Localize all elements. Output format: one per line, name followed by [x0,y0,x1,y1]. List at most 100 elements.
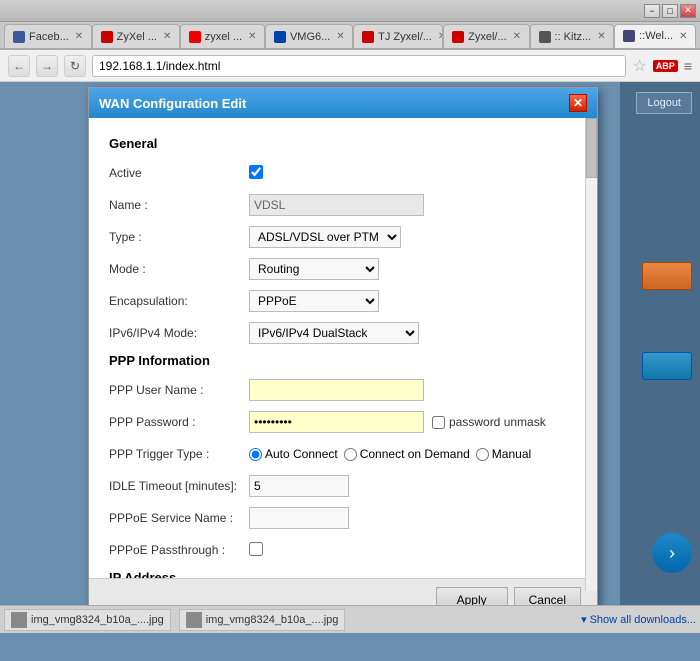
back-button[interactable]: ← [8,55,30,77]
ppp-password-control: password unmask [249,411,577,433]
refresh-button[interactable]: ↻ [64,55,86,77]
tab-label-fb: Faceb... [29,31,69,43]
url-input[interactable] [92,55,626,77]
ppp-username-control [249,379,577,401]
minimize-button[interactable]: − [644,4,660,18]
type-row: Type : ADSL/VDSL over PTM [109,225,577,249]
tab-favicon-tj [362,31,374,43]
ppp-trigger-auto-label: Auto Connect [265,447,338,461]
browser-menu-icon[interactable]: ≡ [684,58,692,74]
ppp-username-label: PPP User Name : [109,383,249,397]
ppp-username-input[interactable] [249,379,424,401]
tab-favicon-kit [539,31,551,43]
tab-label-tj: TJ Zyxel/... [378,31,432,43]
ipv6-label: IPv6/IPv4 Mode: [109,326,249,340]
type-select[interactable]: ADSL/VDSL over PTM [249,226,401,248]
tab-close-fb[interactable]: ✕ [75,31,83,42]
ipv6-select[interactable]: IPv6/IPv4 DualStack IPv4 Only IPv6 Only [249,322,419,344]
ppp-section-header: PPP Information [109,353,577,368]
password-unmask-checkbox[interactable] [432,416,445,429]
pppoe-passthrough-row: PPPoE Passthrough : [109,538,577,562]
idle-timeout-row: IDLE Timeout [minutes]: [109,474,577,498]
name-label: Name : [109,198,249,212]
download-item-1[interactable]: img_vmg8324_b10a_....jpg [4,609,171,631]
tab-kitz[interactable]: :: Kitz... ✕ [530,24,615,48]
forward-button[interactable]: → [36,55,58,77]
idle-timeout-input[interactable] [249,475,349,497]
wan-config-modal: WAN Configuration Edit ✕ General Active … [88,87,598,622]
pppoe-passthrough-control [249,542,577,559]
mode-select[interactable]: Routing Bridge [249,258,379,280]
title-bar: − □ ✕ [0,0,700,22]
pppoe-service-control [249,507,577,529]
ppp-trigger-manual-label: Manual [492,447,531,461]
tab-close-zy2[interactable]: ✕ [513,31,521,42]
password-unmask-group: password unmask [432,415,546,429]
pppoe-passthrough-checkbox[interactable] [249,542,263,556]
encapsulation-select[interactable]: PPPoE PPPoA [249,290,379,312]
window-close-button[interactable]: ✕ [680,4,696,18]
tab-vmg[interactable]: VMG6... ✕ [265,24,353,48]
tab-zy2[interactable]: Zyxel/... ✕ [443,24,529,48]
name-input[interactable] [249,194,424,216]
tab-label-wel: ::Wel... [639,30,673,42]
tab-close-zyx[interactable]: ✕ [248,31,256,42]
tab-zyxel1[interactable]: ZyXel ... ✕ [92,24,180,48]
mode-row: Mode : Routing Bridge [109,257,577,281]
encapsulation-row: Encapsulation: PPPoE PPPoA [109,289,577,313]
ppp-trigger-manual[interactable]: Manual [476,447,531,461]
type-label: Type : [109,230,249,244]
tab-welcome[interactable]: ::Wel... ✕ [614,24,696,48]
tab-label-zyx: zyxel ... [205,31,242,43]
active-row: Active [109,161,577,185]
modal-close-button[interactable]: ✕ [569,94,587,112]
tab-close-wel[interactable]: ✕ [679,31,687,42]
modal-overlay: WAN Configuration Edit ✕ General Active … [0,82,700,633]
tab-zyxel2[interactable]: zyxel ... ✕ [180,24,265,48]
browser-content: Logout › WAN Configuration Edit ✕ Genera… [0,82,700,633]
tab-favicon-vmg [274,31,286,43]
ppp-trigger-demand[interactable]: Connect on Demand [344,447,470,461]
tab-close-vmg[interactable]: ✕ [336,31,344,42]
pppoe-service-input[interactable] [249,507,349,529]
ppp-trigger-auto-radio[interactable] [249,448,262,461]
ppp-trigger-demand-radio[interactable] [344,448,357,461]
ppp-password-input[interactable] [249,411,424,433]
ppp-password-label: PPP Password : [109,415,249,429]
general-section-header: General [109,136,577,151]
ppp-trigger-auto[interactable]: Auto Connect [249,447,338,461]
tab-close-kit[interactable]: ✕ [597,31,605,42]
ppp-trigger-radio-group: Auto Connect Connect on Demand Manual [249,447,577,461]
active-control [249,165,577,182]
ppp-trigger-demand-label: Connect on Demand [360,447,470,461]
tab-label-zy1: ZyXel ... [117,31,157,43]
tab-tj[interactable]: TJ Zyxel/... ✕ [353,24,443,48]
download-item-2[interactable]: img_vmg8324_b10a_....jpg [179,609,346,631]
modal-scroll-thumb[interactable] [586,118,597,178]
tab-favicon-fb [13,31,25,43]
maximize-button[interactable]: □ [662,4,678,18]
ip-section-header: IP Address [109,570,577,578]
ppp-trigger-control: Auto Connect Connect on Demand Manual [249,447,577,461]
tab-facebook[interactable]: Faceb... ✕ [4,24,92,48]
show-downloads-label: Show all downloads... [590,614,696,626]
modal-title: WAN Configuration Edit [99,96,246,111]
show-all-downloads-button[interactable]: ▾ Show all downloads... [581,613,696,626]
ppp-trigger-manual-radio[interactable] [476,448,489,461]
pppoe-passthrough-label: PPPoE Passthrough : [109,543,249,557]
ipv6-row: IPv6/IPv4 Mode: IPv6/IPv4 DualStack IPv4… [109,321,577,345]
modal-scrollbar[interactable] [585,118,597,591]
password-unmask-label: password unmask [449,415,546,429]
tab-label-kit: :: Kitz... [555,31,592,43]
active-checkbox[interactable] [249,165,263,179]
idle-timeout-control [249,475,577,497]
download-icon-1 [11,612,27,628]
tab-close-zy1[interactable]: ✕ [163,31,171,42]
mode-label: Mode : [109,262,249,276]
bookmark-icon[interactable]: ☆ [632,56,646,76]
adblock-badge[interactable]: ABP [653,60,678,72]
tab-favicon-zy2 [452,31,464,43]
download-filename-1: img_vmg8324_b10a_....jpg [31,614,164,626]
pppoe-service-label: PPPoE Service Name : [109,511,249,525]
tab-label-zy2: Zyxel/... [468,31,507,43]
